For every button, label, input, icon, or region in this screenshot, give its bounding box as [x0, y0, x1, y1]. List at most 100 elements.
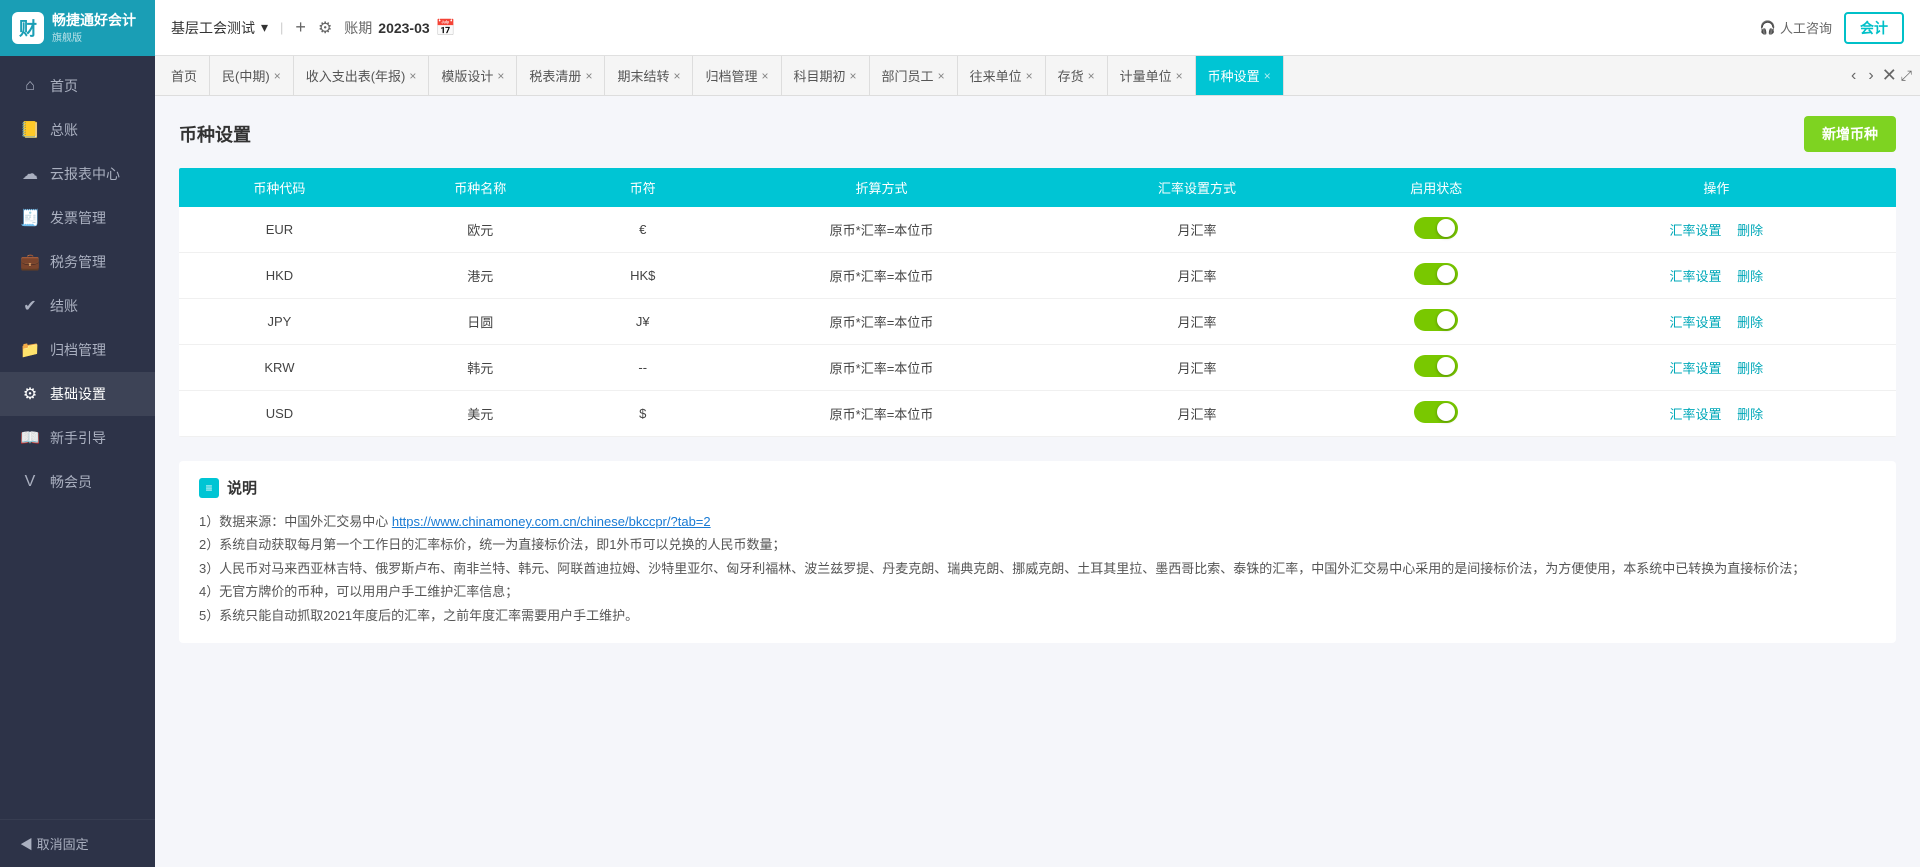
sidebar-item-settings[interactable]: ⚙ 基础设置 — [0, 372, 155, 416]
tab-close-period[interactable]: × — [673, 69, 680, 83]
tab-label-currency: 币种设置 — [1208, 66, 1260, 85]
tab-partner[interactable]: 往来单位 × — [958, 56, 1046, 95]
note-item-3: 4）无官方牌价的币种，可以用用户手工维护汇率信息； — [199, 580, 1876, 603]
new-currency-button[interactable]: 新增币种 — [1804, 116, 1896, 152]
toggle-enabled-0[interactable] — [1414, 217, 1458, 239]
table-row: USD 美元 $ 原币*汇率=本位币 月汇率 汇率设置 删除 — [179, 391, 1896, 437]
tab-label-income: 收入支出表(年报) — [306, 66, 406, 85]
tab-next-button[interactable]: › — [1864, 65, 1877, 87]
tab-close-archive[interactable]: × — [762, 69, 769, 83]
tab-currency[interactable]: 币种设置 × — [1196, 56, 1284, 95]
tab-prev-button[interactable]: ‹ — [1847, 65, 1860, 87]
cell-symbol-1: HK$ — [581, 253, 705, 299]
sidebar-item-archive[interactable]: 📁 归档管理 — [0, 328, 155, 372]
tab-close-template[interactable]: × — [497, 69, 504, 83]
rate-setting-link-0[interactable]: 汇率设置 — [1670, 223, 1722, 238]
delete-link-4[interactable]: 删除 — [1737, 407, 1763, 422]
add-tab-button[interactable]: + — [295, 17, 306, 38]
tab-close-balance[interactable]: × — [274, 69, 281, 83]
logo-icon: 财 — [12, 12, 44, 44]
tab-unit[interactable]: 计量单位 × — [1108, 56, 1196, 95]
cell-calc-4: 原币*汇率=本位币 — [705, 391, 1058, 437]
checkout-icon: ✔ — [20, 296, 40, 316]
account-button[interactable]: 会计 — [1844, 12, 1904, 44]
tab-close-dept[interactable]: × — [938, 69, 945, 83]
sidebar-item-home[interactable]: ⌂ 首页 — [0, 64, 155, 108]
tab-label-subject: 科目期初 — [794, 66, 846, 85]
rate-setting-link-4[interactable]: 汇率设置 — [1670, 407, 1722, 422]
tab-home[interactable]: 首页 — [159, 56, 210, 95]
toggle-enabled-2[interactable] — [1414, 309, 1458, 331]
cell-symbol-3: -- — [581, 345, 705, 391]
col-header-折算方式: 折算方式 — [705, 168, 1058, 207]
sidebar-label-home: 首页 — [50, 76, 78, 96]
sidebar-label-settings: 基础设置 — [50, 384, 106, 404]
delete-link-1[interactable]: 删除 — [1737, 269, 1763, 284]
sidebar-footer-toggle[interactable]: ◀ 取消固定 — [0, 819, 155, 867]
toggle-knob-1 — [1437, 265, 1455, 283]
sidebar-label-reports: 云报表中心 — [50, 164, 120, 184]
tab-template[interactable]: 模版设计 × — [429, 56, 517, 95]
sidebar-item-ledger[interactable]: 📒 总账 — [0, 108, 155, 152]
tab-close-currency[interactable]: × — [1264, 69, 1271, 83]
topbar-settings-icon[interactable]: ⚙ — [318, 18, 332, 38]
col-header-汇率设置方式: 汇率设置方式 — [1058, 168, 1336, 207]
delete-link-2[interactable]: 删除 — [1737, 315, 1763, 330]
cell-enabled-2 — [1336, 299, 1537, 345]
tab-tax[interactable]: 税表清册 × — [517, 56, 605, 95]
company-selector[interactable]: 基层工会测试 ▾ — [171, 18, 268, 38]
delete-link-0[interactable]: 删除 — [1737, 223, 1763, 238]
tab-subject[interactable]: 科目期初 × — [782, 56, 870, 95]
tab-close-unit[interactable]: × — [1176, 69, 1183, 83]
toggle-enabled-1[interactable] — [1414, 263, 1458, 285]
tab-income[interactable]: 收入支出表(年报) × — [294, 56, 430, 95]
notes-title-text: 说明 — [227, 477, 257, 498]
tab-period[interactable]: 期末结转 × — [605, 56, 693, 95]
chinamoney-link[interactable]: https://www.chinamoney.com.cn/chinese/bk… — [392, 514, 711, 529]
page-title: 币种设置 — [179, 121, 251, 147]
cell-code-0: EUR — [179, 207, 380, 253]
tab-archive[interactable]: 归档管理 × — [693, 56, 781, 95]
tab-close-all-button[interactable]: ✕ — [1882, 65, 1897, 86]
cell-calc-3: 原币*汇率=本位币 — [705, 345, 1058, 391]
sidebar-item-invoice[interactable]: 🧾 发票管理 — [0, 196, 155, 240]
cell-actions-0: 汇率设置 删除 — [1537, 207, 1896, 253]
guide-icon: 📖 — [20, 428, 40, 448]
topbar: 基层工会测试 ▾ | + ⚙ 账期 2023-03 📅 🎧 人工咨询 会计 — [155, 0, 1920, 56]
sidebar-item-checkout[interactable]: ✔ 结账 — [0, 284, 155, 328]
tab-expand-button[interactable]: ⤢ — [1901, 67, 1912, 84]
cell-ratetype-1: 月汇率 — [1058, 253, 1336, 299]
tab-label-partner: 往来单位 — [970, 66, 1022, 85]
help-button[interactable]: 🎧 人工咨询 — [1760, 18, 1832, 37]
calendar-icon[interactable]: 📅 — [436, 18, 456, 38]
tab-close-tax[interactable]: × — [585, 69, 592, 83]
tab-close-partner[interactable]: × — [1026, 69, 1033, 83]
sidebar-logo: 财 畅捷通好会计 旗舰版 — [0, 0, 155, 56]
tab-balance[interactable]: 民(中期) × — [210, 56, 294, 95]
sidebar-item-guide[interactable]: 📖 新手引导 — [0, 416, 155, 460]
rate-setting-link-3[interactable]: 汇率设置 — [1670, 361, 1722, 376]
tab-close-stock[interactable]: × — [1088, 69, 1095, 83]
sidebar-item-tax[interactable]: 💼 税务管理 — [0, 240, 155, 284]
sidebar-nav: ⌂ 首页 📒 总账 ☁ 云报表中心 🧾 发票管理 💼 税务管理 ✔ 结账 📁 归… — [0, 56, 155, 819]
toggle-enabled-4[interactable] — [1414, 401, 1458, 423]
rate-setting-link-2[interactable]: 汇率设置 — [1670, 315, 1722, 330]
note-item-2: 3）人民币对马来西亚林吉特、俄罗斯卢布、南非兰特、韩元、阿联酋迪拉姆、沙特里亚尔… — [199, 557, 1876, 580]
tab-stock[interactable]: 存货 × — [1046, 56, 1108, 95]
tabbar: 首页民(中期) ×收入支出表(年报) ×模版设计 ×税表清册 ×期末结转 ×归档… — [155, 56, 1920, 96]
sidebar-label-archive: 归档管理 — [50, 340, 106, 360]
tab-label-home: 首页 — [171, 66, 197, 85]
tab-close-subject[interactable]: × — [850, 69, 857, 83]
toggle-enabled-3[interactable] — [1414, 355, 1458, 377]
cell-enabled-4 — [1336, 391, 1537, 437]
period-selector[interactable]: 账期 2023-03 📅 — [344, 18, 455, 38]
sidebar-item-member[interactable]: V 畅会员 — [0, 460, 155, 504]
tabbar-nav: ‹ › ✕ ⤢ — [1843, 65, 1916, 87]
sidebar-item-reports[interactable]: ☁ 云报表中心 — [0, 152, 155, 196]
tab-dept[interactable]: 部门员工 × — [870, 56, 958, 95]
note-item-4: 5）系统只能自动抓取2021年度后的汇率，之前年度汇率需要用户手工维护。 — [199, 604, 1876, 627]
note-item-1: 2）系统自动获取每月第一个工作日的汇率标价，统一为直接标价法，即1外币可以兑换的… — [199, 533, 1876, 556]
delete-link-3[interactable]: 删除 — [1737, 361, 1763, 376]
tab-close-income[interactable]: × — [409, 69, 416, 83]
rate-setting-link-1[interactable]: 汇率设置 — [1670, 269, 1722, 284]
